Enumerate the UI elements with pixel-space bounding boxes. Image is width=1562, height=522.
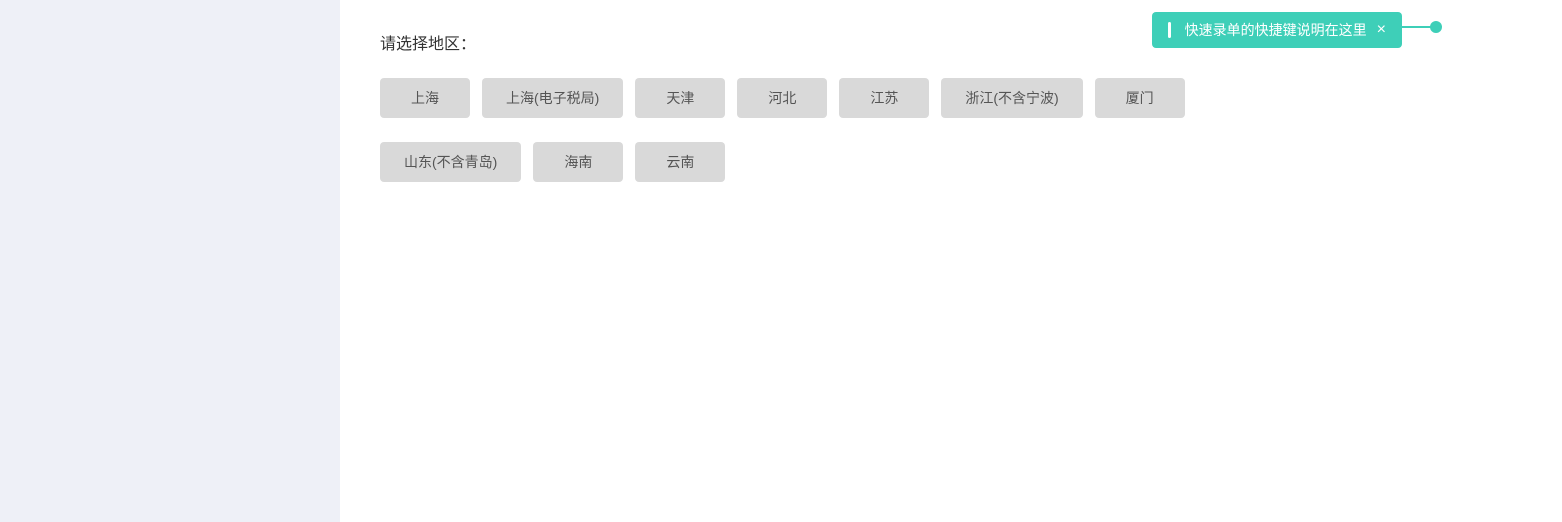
- tooltip-banner: 快速录单的快捷键说明在这里 ×: [1152, 12, 1402, 48]
- tooltip-dot: [1430, 21, 1442, 33]
- region-btn-shandong[interactable]: 山东(不含青岛): [380, 142, 521, 182]
- region-btn-hainan[interactable]: 海南: [533, 142, 623, 182]
- region-btn-jiangsu[interactable]: 江苏: [839, 78, 929, 118]
- region-btn-hebei[interactable]: 河北: [737, 78, 827, 118]
- region-btn-zhejiang[interactable]: 浙江(不含宁波): [941, 78, 1082, 118]
- region-btn-xiamen[interactable]: 厦门: [1095, 78, 1185, 118]
- main-content: 请选择地区： 上海上海(电子税局)天津河北江苏浙江(不含宁波)厦门 山东(不含青…: [340, 0, 1562, 522]
- region-btn-shanghai[interactable]: 上海: [380, 78, 470, 118]
- tooltip-line: [1402, 26, 1432, 28]
- region-buttons: 上海上海(电子税局) 天津河北江苏浙江(不含宁波) 厦门 山东(不含青岛) 海南云南: [380, 78, 1522, 182]
- tooltip-close-button[interactable]: ×: [1377, 22, 1386, 38]
- region-row-1: 上海上海(电子税局) 天津河北江苏浙江(不含宁波) 厦门: [380, 78, 1185, 118]
- left-sidebar: [0, 0, 340, 522]
- region-btn-tianjin[interactable]: 天津: [635, 78, 725, 118]
- region-btn-yunnan[interactable]: 云南: [635, 142, 725, 182]
- region-btn-shanghai-etax[interactable]: 上海(电子税局): [482, 78, 623, 118]
- region-row-2: 山东(不含青岛) 海南云南: [380, 142, 725, 182]
- tooltip-text: 快速录单的快捷键说明在这里: [1185, 20, 1367, 40]
